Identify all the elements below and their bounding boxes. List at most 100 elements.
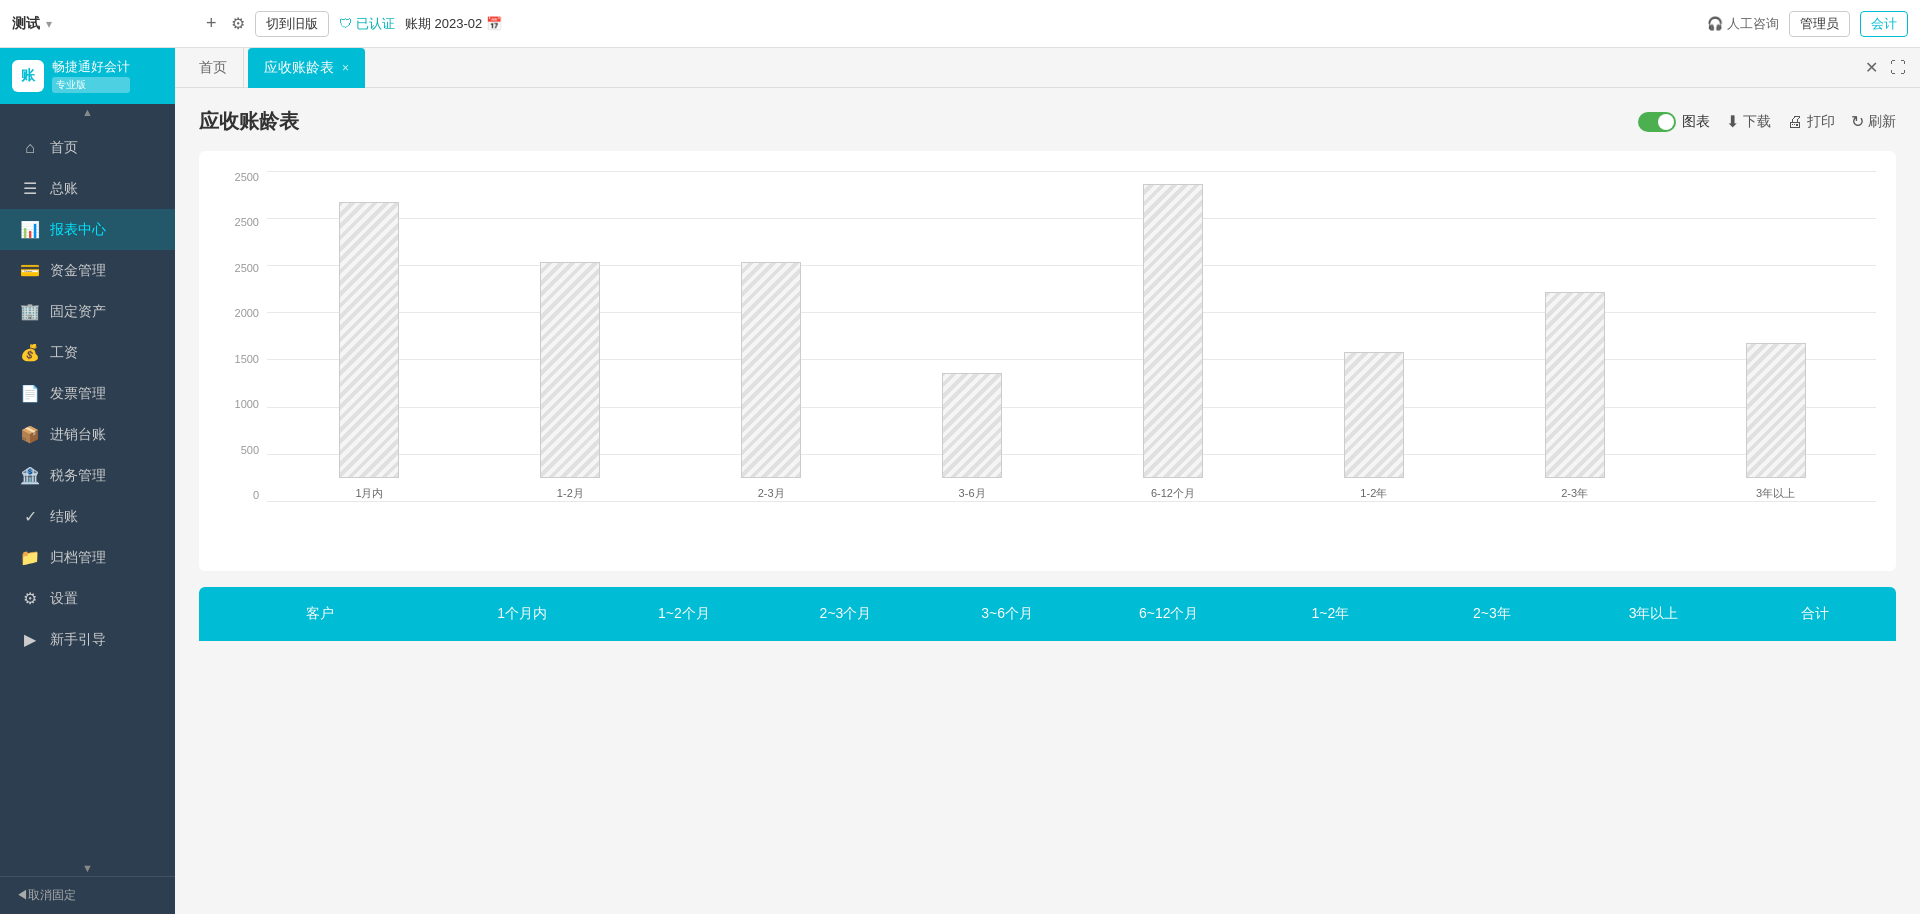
sidebar-item-tax[interactable]: 🏦 税务管理 bbox=[0, 455, 175, 496]
chart-toggle-label: 图表 bbox=[1682, 113, 1710, 131]
page-content: 应收账龄表 图表 ⬇ 下载 🖨 打印 ↻ bbox=[175, 88, 1920, 914]
bar-group-1-2year: 1-2年 bbox=[1273, 352, 1474, 501]
archive-icon: 📁 bbox=[20, 548, 40, 567]
print-button[interactable]: 🖨 打印 bbox=[1787, 113, 1835, 131]
window-close-icon[interactable]: ✕ bbox=[1859, 58, 1884, 77]
table-header-3plusyear: 3年以上 bbox=[1573, 587, 1735, 641]
table-header-2-3month: 2~3个月 bbox=[765, 587, 927, 641]
bar-group-2-3month: 2-3月 bbox=[671, 262, 872, 501]
salary-icon: 💰 bbox=[20, 343, 40, 362]
ledger-icon: ☰ bbox=[20, 179, 40, 198]
table-header-customer: 客户 bbox=[199, 587, 441, 641]
table-header-total: 合计 bbox=[1734, 587, 1896, 641]
chart-toggle[interactable] bbox=[1638, 112, 1676, 132]
tab-receivables-aging-label: 应收账龄表 bbox=[264, 59, 334, 77]
company-name: 测试 bbox=[12, 15, 40, 33]
funds-icon: 💳 bbox=[20, 261, 40, 280]
sidebar-item-settings[interactable]: ⚙ 设置 bbox=[0, 578, 175, 619]
tab-receivables-aging[interactable]: 应收账龄表 × bbox=[248, 48, 365, 88]
sidebar-item-archive[interactable]: 📁 归档管理 bbox=[0, 537, 175, 578]
bar-group-6-12month: 6-12个月 bbox=[1073, 184, 1274, 501]
bar-label-2-3month: 2-3月 bbox=[758, 486, 785, 501]
assets-icon: 🏢 bbox=[20, 302, 40, 321]
settings-icon-btn[interactable]: ⚙ bbox=[231, 14, 245, 33]
refresh-button[interactable]: ↻ 刷新 bbox=[1851, 112, 1896, 131]
sidebar-item-archive-label: 归档管理 bbox=[50, 549, 106, 567]
table-header-1month: 1个月内 bbox=[441, 587, 603, 641]
download-button[interactable]: ⬇ 下载 bbox=[1726, 112, 1771, 131]
bar-group-3plusyear: 3年以上 bbox=[1675, 343, 1876, 501]
certified-badge: 🛡 已认证 bbox=[339, 15, 395, 33]
company-dropdown-icon[interactable]: ▾ bbox=[46, 17, 52, 31]
sidebar-pin-button[interactable]: ◀取消固定 bbox=[0, 876, 175, 914]
sidebar-item-invoice[interactable]: 📄 发票管理 bbox=[0, 373, 175, 414]
table-header-3-6month: 3~6个月 bbox=[926, 587, 1088, 641]
sidebar-scroll-down[interactable]: ▼ bbox=[0, 860, 175, 876]
tax-icon: 🏦 bbox=[20, 466, 40, 485]
chart-y-axis: 2500 2500 2500 2000 1500 1000 500 0 bbox=[219, 171, 267, 501]
table-header-1-2year: 1~2年 bbox=[1250, 587, 1412, 641]
chart-container: 2500 2500 2500 2000 1500 1000 500 0 bbox=[199, 151, 1896, 571]
sidebar-item-funds[interactable]: 💳 资金管理 bbox=[0, 250, 175, 291]
sidebar-item-salary[interactable]: 💰 工资 bbox=[0, 332, 175, 373]
sidebar-item-funds-label: 资金管理 bbox=[50, 262, 106, 280]
add-button[interactable]: + bbox=[202, 13, 221, 34]
table-header-1-2month: 1~2个月 bbox=[603, 587, 765, 641]
bar-3-6month bbox=[942, 373, 1002, 478]
calendar-icon[interactable]: 📅 bbox=[486, 16, 502, 31]
sidebar-item-invoice-label: 发票管理 bbox=[50, 385, 106, 403]
sidebar-item-close-label: 结账 bbox=[50, 508, 78, 526]
bar-2-3year bbox=[1545, 292, 1605, 478]
sidebar-item-sales-label: 进销台账 bbox=[50, 426, 106, 444]
sidebar: 账 畅捷通好会计 专业版 ▲ ⌂ 首页 ☰ 总账 📊 报表中心 💳 资金管理 bbox=[0, 48, 175, 914]
headset-icon: 🎧 bbox=[1707, 16, 1723, 31]
invoice-icon: 📄 bbox=[20, 384, 40, 403]
tab-bar: 首页 应收账龄表 × ✕ ⛶ bbox=[175, 48, 1920, 88]
bar-group-3-6month: 3-6月 bbox=[872, 373, 1073, 501]
tab-close-icon[interactable]: × bbox=[342, 61, 349, 75]
company-selector[interactable]: 测试 ▾ bbox=[12, 15, 192, 33]
period-display: 账期 2023-02 📅 bbox=[405, 15, 503, 33]
sidebar-item-settings-label: 设置 bbox=[50, 590, 78, 608]
sidebar-item-assets[interactable]: 🏢 固定资产 bbox=[0, 291, 175, 332]
bar-group-1-2month: 1-2月 bbox=[470, 262, 671, 501]
role-button[interactable]: 会计 bbox=[1860, 11, 1908, 37]
user-button[interactable]: 管理员 bbox=[1789, 11, 1850, 37]
refresh-icon: ↻ bbox=[1851, 112, 1864, 131]
page-actions: 图表 ⬇ 下载 🖨 打印 ↻ 刷新 bbox=[1638, 112, 1896, 132]
sidebar-item-ledger-label: 总账 bbox=[50, 180, 78, 198]
chart-area: 2500 2500 2500 2000 1500 1000 500 0 bbox=[219, 171, 1876, 531]
y-label-0: 0 bbox=[253, 489, 259, 501]
bar-label-2-3year: 2-3年 bbox=[1561, 486, 1588, 501]
main-area: 首页 应收账龄表 × ✕ ⛶ 应收账龄表 图表 ⬇ bbox=[175, 48, 1920, 914]
sidebar-item-tax-label: 税务管理 bbox=[50, 467, 106, 485]
sidebar-item-sales[interactable]: 📦 进销台账 bbox=[0, 414, 175, 455]
sidebar-item-close[interactable]: ✓ 结账 bbox=[0, 496, 175, 537]
y-label-2000: 2000 bbox=[235, 307, 259, 319]
consult-button[interactable]: 🎧 人工咨询 bbox=[1707, 15, 1779, 33]
old-version-button[interactable]: 切到旧版 bbox=[255, 11, 329, 37]
logo-badge: 专业版 bbox=[52, 77, 130, 93]
bar-6-12month bbox=[1143, 184, 1203, 478]
window-expand-icon[interactable]: ⛶ bbox=[1884, 59, 1912, 77]
bar-1-2month bbox=[540, 262, 600, 478]
sidebar-item-home[interactable]: ⌂ 首页 bbox=[0, 128, 175, 168]
sidebar-item-guide[interactable]: ▶ 新手引导 bbox=[0, 619, 175, 660]
print-icon: 🖨 bbox=[1787, 113, 1803, 131]
bar-label-6-12month: 6-12个月 bbox=[1151, 486, 1195, 501]
y-label-2500b: 2500 bbox=[235, 216, 259, 228]
bar-1month bbox=[339, 202, 399, 478]
topbar: 测试 ▾ + ⚙ 切到旧版 🛡 已认证 账期 2023-02 📅 🎧 人工咨询 … bbox=[0, 0, 1920, 48]
bar-label-3-6month: 3-6月 bbox=[959, 486, 986, 501]
gear-icon: ⚙ bbox=[231, 15, 245, 32]
sidebar-item-reports[interactable]: 📊 报表中心 bbox=[0, 209, 175, 250]
bar-1-2year bbox=[1344, 352, 1404, 478]
tab-home[interactable]: 首页 bbox=[183, 48, 244, 88]
sidebar-nav: ⌂ 首页 ☰ 总账 📊 报表中心 💳 资金管理 🏢 固定资产 💰 工资 bbox=[0, 120, 175, 860]
bar-label-1month: 1月内 bbox=[355, 486, 383, 501]
y-label-1000: 1000 bbox=[235, 398, 259, 410]
sidebar-item-ledger[interactable]: ☰ 总账 bbox=[0, 168, 175, 209]
sidebar-item-salary-label: 工资 bbox=[50, 344, 78, 362]
sidebar-scroll-up[interactable]: ▲ bbox=[0, 104, 175, 120]
bar-2-3month bbox=[741, 262, 801, 478]
